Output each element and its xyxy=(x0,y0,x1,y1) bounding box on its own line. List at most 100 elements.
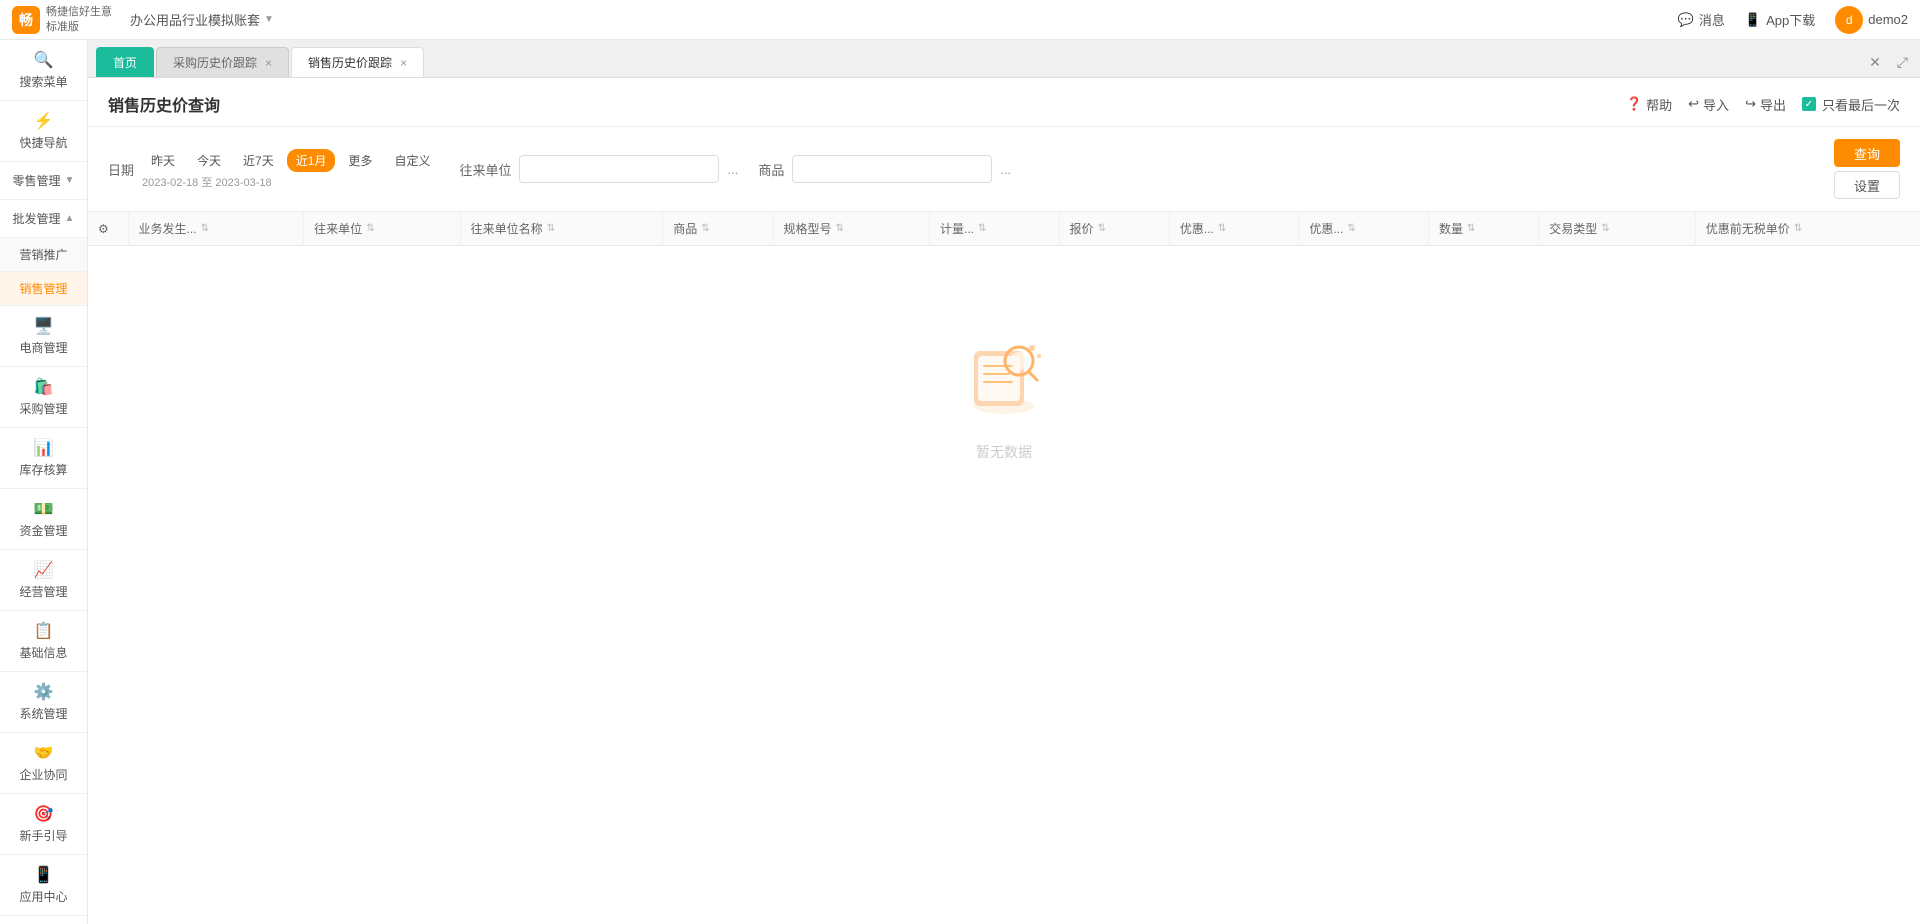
sidebar-item-retail[interactable]: 零售管理 ▼ xyxy=(0,162,87,200)
col-quote[interactable]: 报价 ⇅ xyxy=(1059,212,1169,246)
logo-area: 畅 畅捷信好生意 标准版 xyxy=(12,5,112,34)
tab-home[interactable]: 首页 xyxy=(96,47,154,77)
col-goods[interactable]: 商品 ⇅ xyxy=(663,212,773,246)
sidebar-item-enterprise[interactable]: 🤝 企业协同 xyxy=(0,733,87,794)
col-settings: ⚙ xyxy=(88,212,128,246)
top-header: 畅 畅捷信好生意 标准版 办公用品行业模拟账套 ▼ 💬 消息 📱 App下载 d… xyxy=(0,0,1920,40)
only-last-btn[interactable]: ✓ 只看最后一次 xyxy=(1802,95,1900,114)
date-btn-7days[interactable]: 近7天 xyxy=(234,149,283,172)
header-left: 畅 畅捷信好生意 标准版 办公用品行业模拟账套 ▼ xyxy=(12,5,282,34)
export-btn[interactable]: ↪ 导出 xyxy=(1745,95,1786,114)
sort-icon: ⇅ xyxy=(366,223,374,234)
import-icon: ↩ xyxy=(1688,96,1699,112)
chevron-down-icon: ▼ xyxy=(65,175,75,186)
finance-icon: 💵 xyxy=(34,499,54,519)
table-header: ⚙ 业务发生... ⇅ 往来单位 xyxy=(88,212,1920,246)
date-range-text: 2023-02-18 至 2023-03-18 xyxy=(142,174,439,190)
checkbox-icon: ✓ xyxy=(1802,97,1816,111)
logo-icon: 畅 xyxy=(12,6,40,34)
sidebar-item-operation[interactable]: 📈 经营管理 xyxy=(0,550,87,611)
inventory-icon: 📊 xyxy=(34,438,54,458)
avatar: d xyxy=(1835,6,1863,34)
sort-icon: ⇅ xyxy=(547,223,555,234)
col-discount1[interactable]: 优惠... ⇅ xyxy=(1169,212,1299,246)
page-title: 销售历史价查询 xyxy=(108,92,220,116)
sidebar-item-inventory[interactable]: 📊 库存核算 xyxy=(0,428,87,489)
date-label: 日期 xyxy=(108,160,134,179)
import-btn[interactable]: ↩ 导入 xyxy=(1688,95,1729,114)
sort-icon: ⇅ xyxy=(701,223,709,234)
goods-filter-group: 商品 ... xyxy=(758,155,1011,183)
page-title-bar: 销售历史价查询 ❓ 帮助 ↩ 导入 ↪ 导出 ✓ xyxy=(88,78,1920,127)
date-btn-yesterday[interactable]: 昨天 xyxy=(142,149,184,172)
sort-icon: ⇅ xyxy=(201,223,209,234)
maximize-btn[interactable]: ⤢ xyxy=(1893,52,1912,73)
col-unit[interactable]: 计量... ⇅ xyxy=(929,212,1059,246)
tab-bar: 首页 采购历史价跟踪 × 销售历史价跟踪 × ✕ ⤢ xyxy=(88,40,1920,78)
settings-button[interactable]: 设置 xyxy=(1834,171,1900,199)
phone-icon: 📱 xyxy=(1745,12,1761,28)
sidebar-item-apps[interactable]: 📱 应用中心 xyxy=(0,855,87,916)
apps-icon: 📱 xyxy=(34,865,54,885)
user-action[interactable]: d demo2 xyxy=(1835,6,1908,34)
col-biz-date[interactable]: 业务发生... ⇅ xyxy=(128,212,304,246)
sidebar-item-finance[interactable]: 💵 资金管理 xyxy=(0,489,87,550)
tab-bar-actions: ✕ ⤢ xyxy=(1865,52,1912,77)
quick-icon: ⚡ xyxy=(34,111,54,131)
col-quantity[interactable]: 数量 ⇅ xyxy=(1428,212,1538,246)
gear-icon[interactable]: ⚙ xyxy=(98,222,109,236)
col-spec[interactable]: 规格型号 ⇅ xyxy=(773,212,929,246)
table-container: ⚙ 业务发生... ⇅ 往来单位 xyxy=(88,212,1920,542)
help-btn[interactable]: ❓ 帮助 xyxy=(1626,95,1672,114)
main-layout: 🔍 搜索菜单 ⚡ 快捷导航 零售管理 ▼ 批发管理 ▲ 营销推广 销售管理 🖥️… xyxy=(0,40,1920,924)
sort-icon: ⇅ xyxy=(1347,223,1355,234)
sidebar-item-wechat[interactable]: 💬 企业微信 xyxy=(0,916,87,924)
sidebar-item-marketing[interactable]: 营销推广 xyxy=(0,238,87,272)
sidebar-item-ecommerce[interactable]: 🖥️ 电商管理 xyxy=(0,306,87,367)
workspace-selector[interactable]: 办公用品行业模拟账套 ▼ xyxy=(122,6,282,33)
page-content: 销售历史价查询 ❓ 帮助 ↩ 导入 ↪ 导出 ✓ xyxy=(88,78,1920,924)
sidebar-item-wholesale[interactable]: 批发管理 ▲ xyxy=(0,200,87,238)
close-tab-btn[interactable]: ✕ xyxy=(1865,52,1885,73)
col-discount2[interactable]: 优惠... ⇅ xyxy=(1299,212,1429,246)
date-btn-1month[interactable]: 近1月 xyxy=(287,149,336,172)
sidebar-item-quick[interactable]: ⚡ 快捷导航 xyxy=(0,101,87,162)
col-price-notax[interactable]: 优惠前无税单价 ⇅ xyxy=(1695,212,1920,246)
close-icon[interactable]: × xyxy=(400,57,407,69)
sort-icon: ⇅ xyxy=(1098,223,1106,234)
goods-input[interactable] xyxy=(792,155,992,183)
sidebar-item-purchase[interactable]: 🛍️ 采购管理 xyxy=(0,367,87,428)
col-trade-type[interactable]: 交易类型 ⇅ xyxy=(1539,212,1695,246)
message-action[interactable]: 💬 消息 xyxy=(1678,10,1725,29)
goods-dots: ... xyxy=(1000,162,1011,177)
date-filter-group: 日期 昨天 今天 近7天 近1月 更多 自定义 2023-02-18 至 202… xyxy=(108,149,439,190)
ecommerce-icon: 🖥️ xyxy=(34,316,54,336)
sidebar-item-sales[interactable]: 销售管理 xyxy=(0,272,87,306)
date-btn-custom[interactable]: 自定义 xyxy=(385,149,439,172)
tab-purchase-history[interactable]: 采购历史价跟踪 × xyxy=(156,47,289,77)
sidebar-item-basic[interactable]: 📋 基础信息 xyxy=(0,611,87,672)
sidebar-item-guide[interactable]: 🎯 新手引导 xyxy=(0,794,87,855)
col-counterpart-name[interactable]: 往来单位名称 ⇅ xyxy=(460,212,663,246)
search-icon: 🔍 xyxy=(34,50,54,70)
date-btn-today[interactable]: 今天 xyxy=(188,149,230,172)
date-btn-more[interactable]: 更多 xyxy=(339,149,381,172)
app-download-action[interactable]: 📱 App下载 xyxy=(1745,10,1815,29)
sort-icon: ⇅ xyxy=(1794,223,1802,234)
query-button[interactable]: 查询 xyxy=(1834,139,1900,167)
counterpart-input[interactable] xyxy=(519,155,719,183)
col-counterpart-code[interactable]: 往来单位 ⇅ xyxy=(304,212,460,246)
sort-icon: ⇅ xyxy=(978,223,986,234)
sidebar: 🔍 搜索菜单 ⚡ 快捷导航 零售管理 ▼ 批发管理 ▲ 营销推广 销售管理 🖥️… xyxy=(0,40,88,924)
chevron-up-icon: ▲ xyxy=(65,213,75,224)
tab-sales-history[interactable]: 销售历史价跟踪 × xyxy=(291,47,424,77)
export-icon: ↪ xyxy=(1745,96,1756,112)
data-table: ⚙ 业务发生... ⇅ 往来单位 xyxy=(88,212,1920,246)
header-right: 💬 消息 📱 App下载 d demo2 xyxy=(1678,6,1908,34)
enterprise-icon: 🤝 xyxy=(34,743,54,763)
sidebar-item-system[interactable]: ⚙️ 系统管理 xyxy=(0,672,87,733)
sidebar-item-search[interactable]: 🔍 搜索菜单 xyxy=(0,40,87,101)
message-icon: 💬 xyxy=(1678,12,1694,28)
empty-text: 暂无数据 xyxy=(976,442,1032,462)
close-icon[interactable]: × xyxy=(265,57,272,69)
